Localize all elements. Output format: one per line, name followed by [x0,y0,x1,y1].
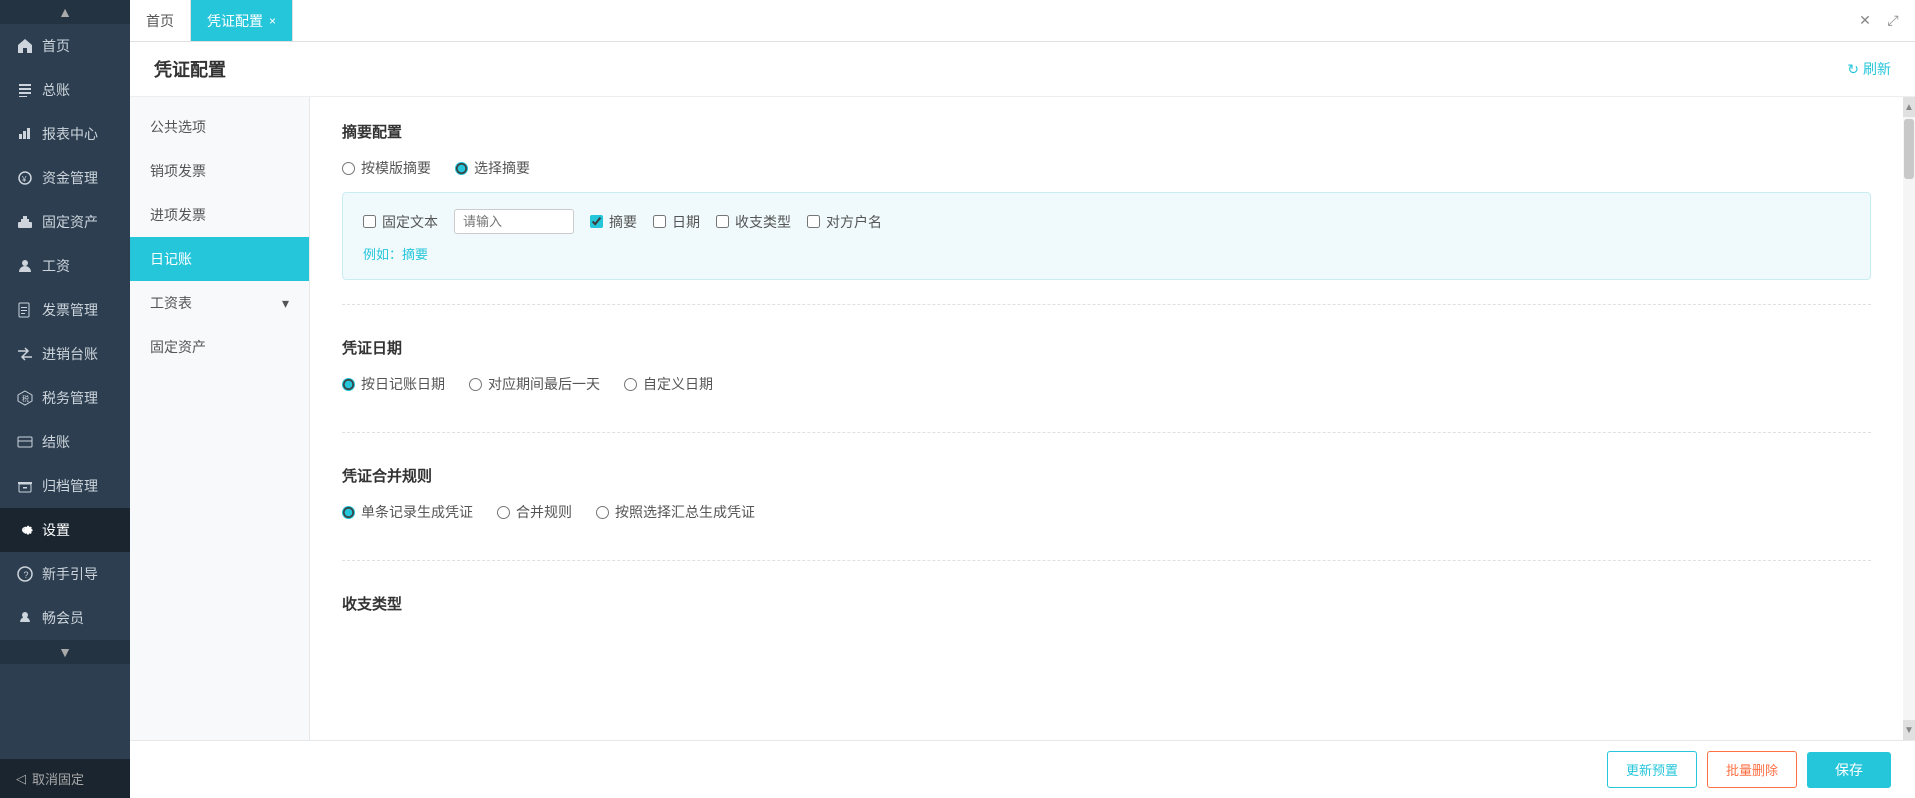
sidebar-item-report[interactable]: 报表中心 [0,112,130,156]
summary-template-radio[interactable]: 按模版摘要 [342,158,431,178]
merge-rules-section: 凭证合并规则 单条记录生成凭证 合并规则 按照选择汇总生成凭证 [342,465,1871,561]
sidebar-item-settings[interactable]: 设置 [0,508,130,552]
left-nav-sales-invoice[interactable]: 销项发票 [130,149,309,193]
sidebar-item-ledger[interactable]: 总账 [0,68,130,112]
save-button[interactable]: 保存 [1807,752,1891,788]
batch-delete-button[interactable]: 批量删除 [1707,751,1797,788]
sidebar-item-tax[interactable]: 税 税务管理 [0,376,130,420]
left-nav-fixed-asset[interactable]: 固定资产 [130,325,309,369]
tab-actions: ✕ ⤢ [1855,11,1915,31]
left-nav: 公共选项 销项发票 进项发票 日记账 工资表 ▾ 固定资产 [130,97,310,740]
main-area: 首页 凭证配置 × ✕ ⤢ 凭证配置 ↻ 刷新 公共选项 [130,0,1915,798]
member-icon [16,609,34,627]
maximize-window-button[interactable]: ⤢ [1883,11,1903,31]
salary-icon [16,257,34,275]
left-nav-public[interactable]: 公共选项 [130,105,309,149]
scroll-up-btn[interactable]: ▲ [1903,97,1915,117]
page-title: 凭证配置 [154,56,226,82]
summary-title: 摘要配置 [342,121,1871,142]
sidebar-item-fund[interactable]: ¥ 资金管理 [0,156,130,200]
sidebar-scroll-up[interactable]: ▲ [0,0,130,24]
summary-choose-radio[interactable]: 选择摘要 [455,158,530,178]
summary-example: 例如：摘要 [363,244,1850,263]
income-expense-title: 收支类型 [342,593,1871,614]
cancel-pin-button[interactable]: ◁ 取消固定 [0,759,130,798]
trade-icon [16,345,34,363]
voucher-date-title: 凭证日期 [342,337,1871,358]
right-panel[interactable]: 摘要配置 按模版摘要 选择摘要 [310,97,1903,740]
merge-rules-radio-group: 单条记录生成凭证 合并规则 按照选择汇总生成凭证 [342,502,1871,522]
voucher-date-radio-group: 按日记账日期 对应期间最后一天 自定义日期 [342,374,1871,394]
home-icon [16,37,34,55]
merge-rule-radio[interactable]: 合并规则 [497,502,572,522]
left-nav-purchase-invoice[interactable]: 进项发票 [130,193,309,237]
date-checkbox[interactable]: 日期 [653,212,700,232]
summary-section: 摘要配置 按模版摘要 选择摘要 [342,121,1871,305]
summary-generate-radio[interactable]: 按照选择汇总生成凭证 [596,502,755,522]
tab-voucher-config[interactable]: 凭证配置 × [191,0,293,41]
sidebar-item-member[interactable]: 畅会员 [0,596,130,640]
custom-date-radio[interactable]: 自定义日期 [624,374,713,394]
refresh-icon: ↻ [1847,61,1859,78]
scroll-thumb[interactable] [1904,119,1914,179]
guide-icon: ? [16,565,34,583]
summary-radio-group: 按模版摘要 选择摘要 [342,158,1871,178]
single-record-radio[interactable]: 单条记录生成凭证 [342,502,473,522]
svg-text:¥: ¥ [21,175,27,184]
svg-text:税: 税 [22,394,29,403]
sidebar-item-salary[interactable]: 工资 [0,244,130,288]
scroll-down-btn[interactable]: ▼ [1903,720,1915,740]
close-window-button[interactable]: ✕ [1855,11,1875,31]
tab-home[interactable]: 首页 [130,0,191,41]
report-icon [16,125,34,143]
journal-date-radio[interactable]: 按日记账日期 [342,374,445,394]
sidebar-item-invoice[interactable]: 发票管理 [0,288,130,332]
bottom-action-bar: 更新预置 批量删除 保存 [130,740,1915,798]
scrollbar[interactable]: ▲ ▼ [1903,97,1915,740]
sidebar-scroll-down[interactable]: ▼ [0,640,130,664]
close-account-icon [16,433,34,451]
counterpart-name-checkbox[interactable]: 对方户名 [807,212,882,232]
voucher-date-section: 凭证日期 按日记账日期 对应期间最后一天 自定义日期 [342,337,1871,433]
asset-icon [16,213,34,231]
period-last-day-radio[interactable]: 对应期间最后一天 [469,374,600,394]
settings-icon [16,521,34,539]
merge-rules-title: 凭证合并规则 [342,465,1871,486]
content-area: 凭证配置 ↻ 刷新 公共选项 销项发票 进项发票 日记账 [130,42,1915,798]
sidebar: ▲ 首页 总账 报表中心 ¥ 资金管理 固定资产 工资 [0,0,130,798]
ledger-icon [16,81,34,99]
invoice-icon [16,301,34,319]
refresh-button[interactable]: ↻ 刷新 [1847,59,1891,79]
content-body: 公共选项 销项发票 进项发票 日记账 工资表 ▾ 固定资产 [130,97,1915,740]
left-nav-journal[interactable]: 日记账 [130,237,309,281]
sidebar-item-archive[interactable]: 归档管理 [0,464,130,508]
sidebar-item-trade[interactable]: 进销台账 [0,332,130,376]
sidebar-item-home[interactable]: 首页 [0,24,130,68]
page-header: 凭证配置 ↻ 刷新 [130,42,1915,97]
summary-config-box: 固定文本 摘要 日期 [342,192,1871,280]
svg-text:?: ? [24,570,29,580]
sidebar-item-asset[interactable]: 固定资产 [0,200,130,244]
tab-close-icon[interactable]: × [269,14,276,28]
sidebar-item-close-account[interactable]: 结账 [0,420,130,464]
pin-icon: ◁ [16,771,26,787]
archive-icon [16,477,34,495]
summary-checkboxes: 固定文本 摘要 日期 [363,209,1850,234]
fixed-text-checkbox[interactable]: 固定文本 [363,212,438,232]
tab-bar: 首页 凭证配置 × ✕ ⤢ [130,0,1915,42]
fixed-text-input[interactable] [454,209,574,234]
update-preview-button[interactable]: 更新预置 [1607,751,1697,788]
income-expense-section: 收支类型 [342,593,1871,654]
income-type-checkbox[interactable]: 收支类型 [716,212,791,232]
summary-checkbox[interactable]: 摘要 [590,212,637,232]
left-nav-payroll[interactable]: 工资表 ▾ [130,281,309,325]
sidebar-item-guide[interactable]: ? 新手引导 [0,552,130,596]
expand-icon: ▾ [282,295,289,312]
tax-icon: 税 [16,389,34,407]
fund-icon: ¥ [16,169,34,187]
